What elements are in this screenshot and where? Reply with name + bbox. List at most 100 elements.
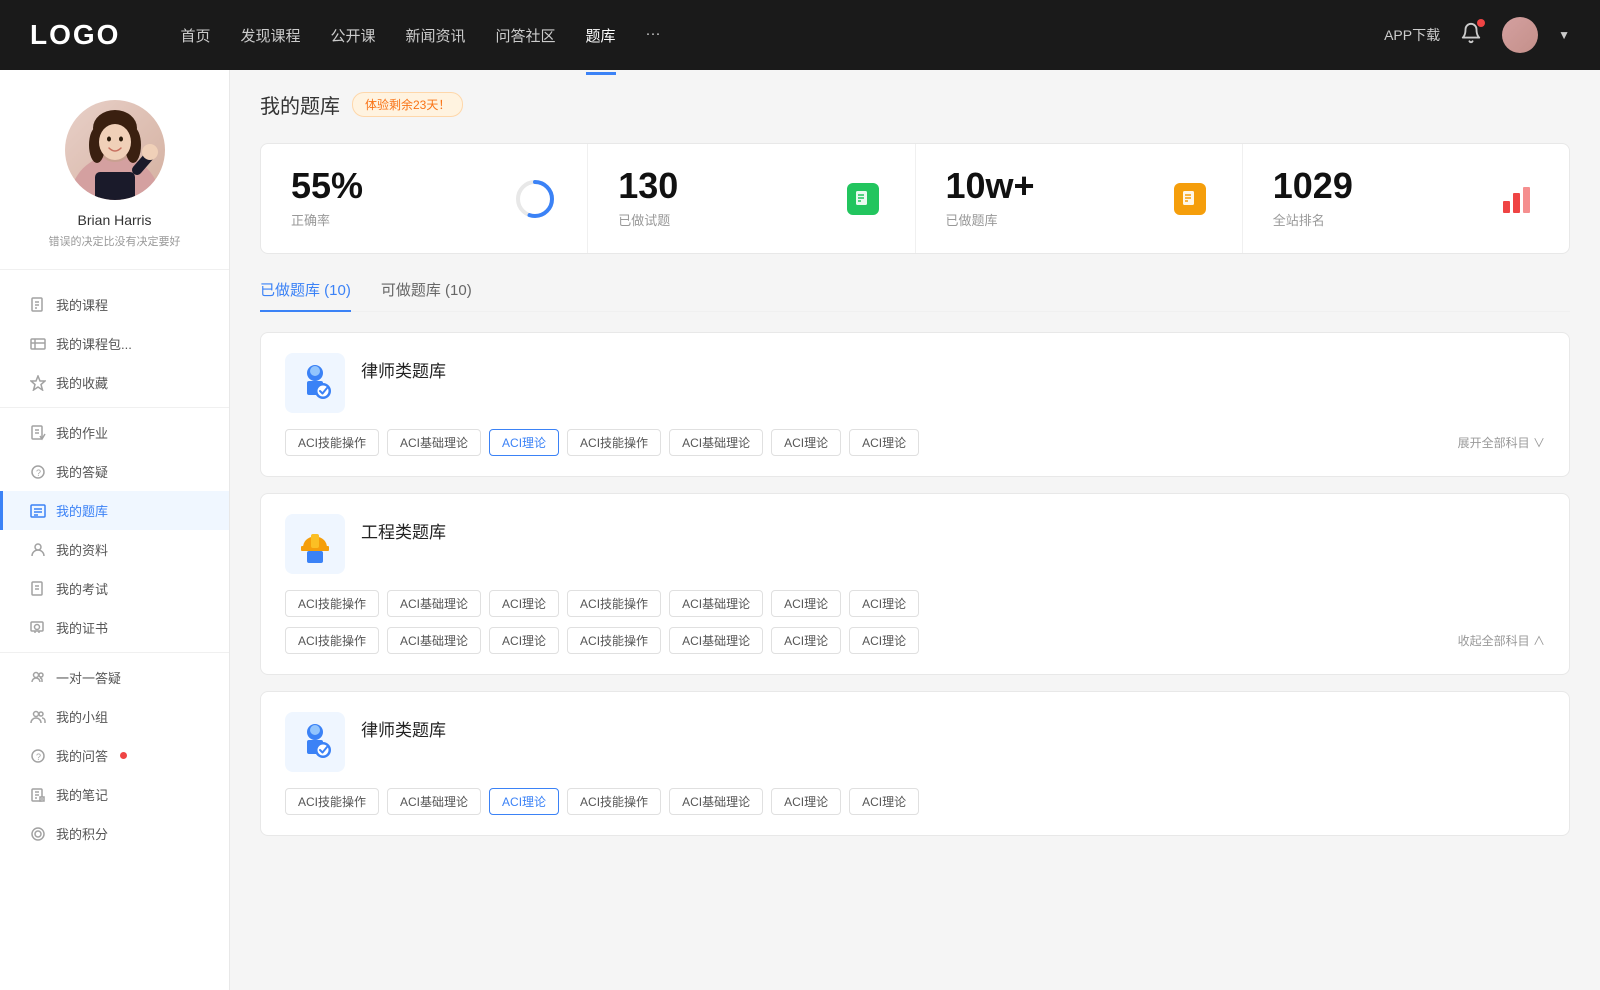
tab-done-banks[interactable]: 已做题库 (10) (260, 279, 351, 312)
tag-2-6[interactable]: ACI理论 (771, 590, 841, 617)
my-question-icon: ? (30, 748, 46, 764)
sidebar-item-my-questions[interactable]: ? 我的问答 (0, 736, 229, 775)
tag-2-11[interactable]: ACI技能操作 (567, 627, 661, 654)
tag-2-7[interactable]: ACI理论 (849, 590, 919, 617)
tag-3-7[interactable]: ACI理论 (849, 788, 919, 815)
tag-2-13[interactable]: ACI理论 (771, 627, 841, 654)
sidebar-item-groups[interactable]: 我的小组 (0, 697, 229, 736)
stat-icon-ranking (1495, 177, 1539, 221)
sidebar-label-course-packages: 我的课程包... (56, 334, 132, 353)
sidebar-label-exam: 我的考试 (56, 579, 108, 598)
svg-text:?: ? (36, 752, 41, 762)
stat-ranking: 1029 全站排名 (1243, 144, 1569, 253)
tag-1-6[interactable]: ACI理论 (771, 429, 841, 456)
sidebar-item-profile[interactable]: 我的资料 (0, 530, 229, 569)
profile-icon (30, 542, 46, 558)
collapse-btn-2[interactable]: 收起全部科目 ∧ (1458, 632, 1545, 649)
avatar-dropdown-chevron[interactable]: ▼ (1558, 28, 1570, 42)
sidebar-label-groups: 我的小组 (56, 707, 108, 726)
tag-3-5[interactable]: ACI基础理论 (669, 788, 763, 815)
bank-tags-1: ACI技能操作 ACI基础理论 ACI理论 ACI技能操作 ACI基础理论 AC… (285, 429, 1545, 456)
lawyer-icon-svg-1 (293, 361, 337, 405)
bank-icon-1 (285, 353, 345, 413)
sidebar-item-course-packages[interactable]: 我的课程包... (0, 324, 229, 363)
tag-3-4[interactable]: ACI技能操作 (567, 788, 661, 815)
tag-1-5[interactable]: ACI基础理论 (669, 429, 763, 456)
avatar-svg (65, 100, 165, 200)
notes-icon (30, 787, 46, 803)
tag-2-2[interactable]: ACI基础理论 (387, 590, 481, 617)
stat-value-correct: 55% (291, 168, 497, 204)
tag-2-4[interactable]: ACI技能操作 (567, 590, 661, 617)
sidebar-item-points[interactable]: 我的积分 (0, 814, 229, 853)
tag-1-7[interactable]: ACI理论 (849, 429, 919, 456)
tag-1-4[interactable]: ACI技能操作 (567, 429, 661, 456)
nav-link-more[interactable]: ··· (646, 20, 661, 51)
stat-icon-correct (513, 177, 557, 221)
group-icon (30, 709, 46, 725)
sidebar-label-my-courses: 我的课程 (56, 295, 108, 314)
sidebar-divider-1 (0, 407, 229, 408)
sidebar-label-assignments: 我的作业 (56, 423, 108, 442)
bank-card-1: 律师类题库 ACI技能操作 ACI基础理论 ACI理论 ACI技能操作 ACI基… (260, 332, 1570, 477)
sidebar-label-my-questions: 我的问答 (56, 746, 108, 765)
app-download-button[interactable]: APP下载 (1384, 25, 1440, 45)
tag-2-1[interactable]: ACI技能操作 (285, 590, 379, 617)
sidebar-item-qa[interactable]: ? 我的答疑 (0, 452, 229, 491)
expand-btn-1[interactable]: 展开全部科目 ∨ (1458, 434, 1545, 451)
bank-icon-2 (285, 514, 345, 574)
user-avatar[interactable] (1502, 17, 1538, 53)
notification-dot (120, 752, 127, 759)
tag-2-8[interactable]: ACI技能操作 (285, 627, 379, 654)
tab-available-banks[interactable]: 可做题库 (10) (381, 279, 472, 312)
tag-2-14[interactable]: ACI理论 (849, 627, 919, 654)
sidebar-item-cert[interactable]: 我的证书 (0, 608, 229, 647)
navbar: LOGO 首页 发现课程 公开课 新闻资讯 问答社区 题库 ··· APP下载 … (0, 0, 1600, 70)
tag-2-3[interactable]: ACI理论 (489, 590, 559, 617)
bank-card-3-header: 律师类题库 (285, 712, 1545, 772)
tag-1-2[interactable]: ACI基础理论 (387, 429, 481, 456)
sidebar-item-quiz-bank[interactable]: 我的题库 (0, 491, 229, 530)
tag-3-1[interactable]: ACI技能操作 (285, 788, 379, 815)
tag-2-12[interactable]: ACI基础理论 (669, 627, 763, 654)
nav-links: 首页 发现课程 公开课 新闻资讯 问答社区 题库 ··· (180, 20, 1384, 51)
sidebar-item-favorites[interactable]: 我的收藏 (0, 363, 229, 402)
stat-value-done: 130 (618, 168, 824, 204)
tag-1-3[interactable]: ACI理论 (489, 429, 559, 456)
notification-bell[interactable] (1460, 22, 1482, 49)
page-title: 我的题库 (260, 90, 340, 119)
tag-1-1[interactable]: ACI技能操作 (285, 429, 379, 456)
nav-link-home[interactable]: 首页 (180, 20, 210, 51)
nav-link-quiz[interactable]: 题库 (586, 20, 616, 51)
tag-2-5[interactable]: ACI基础理论 (669, 590, 763, 617)
bank-title-3: 律师类题库 (361, 712, 446, 741)
sidebar: Brian Harris 错误的决定比没有决定要好 我的课程 我的课程包... (0, 70, 230, 990)
tag-2-9[interactable]: ACI基础理论 (387, 627, 481, 654)
tag-3-3[interactable]: ACI理论 (489, 788, 559, 815)
stat-icon-banks (1168, 177, 1212, 221)
tag-3-2[interactable]: ACI基础理论 (387, 788, 481, 815)
nav-link-qa[interactable]: 问答社区 (496, 20, 556, 51)
nav-link-open[interactable]: 公开课 (330, 20, 375, 51)
bank-tags-2-row1: ACI技能操作 ACI基础理论 ACI理论 ACI技能操作 ACI基础理论 AC… (285, 590, 1545, 617)
notification-badge (1477, 19, 1485, 27)
sidebar-item-notes[interactable]: 我的笔记 (0, 775, 229, 814)
bank-card-2-header: 工程类题库 (285, 514, 1545, 574)
stat-label-done: 已做试题 (618, 210, 824, 229)
user-name: Brian Harris (20, 212, 209, 228)
sidebar-item-one-on-one[interactable]: 一对一答疑 (0, 658, 229, 697)
bar-chart-svg (1501, 183, 1533, 215)
tag-2-10[interactable]: ACI理论 (489, 627, 559, 654)
sidebar-label-notes: 我的笔记 (56, 785, 108, 804)
lawyer-icon-svg-3 (293, 720, 337, 764)
exam-icon (30, 581, 46, 597)
nav-link-courses[interactable]: 发现课程 (240, 20, 300, 51)
sidebar-item-assignments[interactable]: 我的作业 (0, 413, 229, 452)
nav-link-news[interactable]: 新闻资讯 (406, 20, 466, 51)
tag-3-6[interactable]: ACI理论 (771, 788, 841, 815)
sidebar-item-my-courses[interactable]: 我的课程 (0, 285, 229, 324)
quiz-icon (30, 503, 46, 519)
sidebar-item-exam[interactable]: 我的考试 (0, 569, 229, 608)
cert-icon (30, 620, 46, 636)
svg-text:?: ? (36, 468, 41, 478)
